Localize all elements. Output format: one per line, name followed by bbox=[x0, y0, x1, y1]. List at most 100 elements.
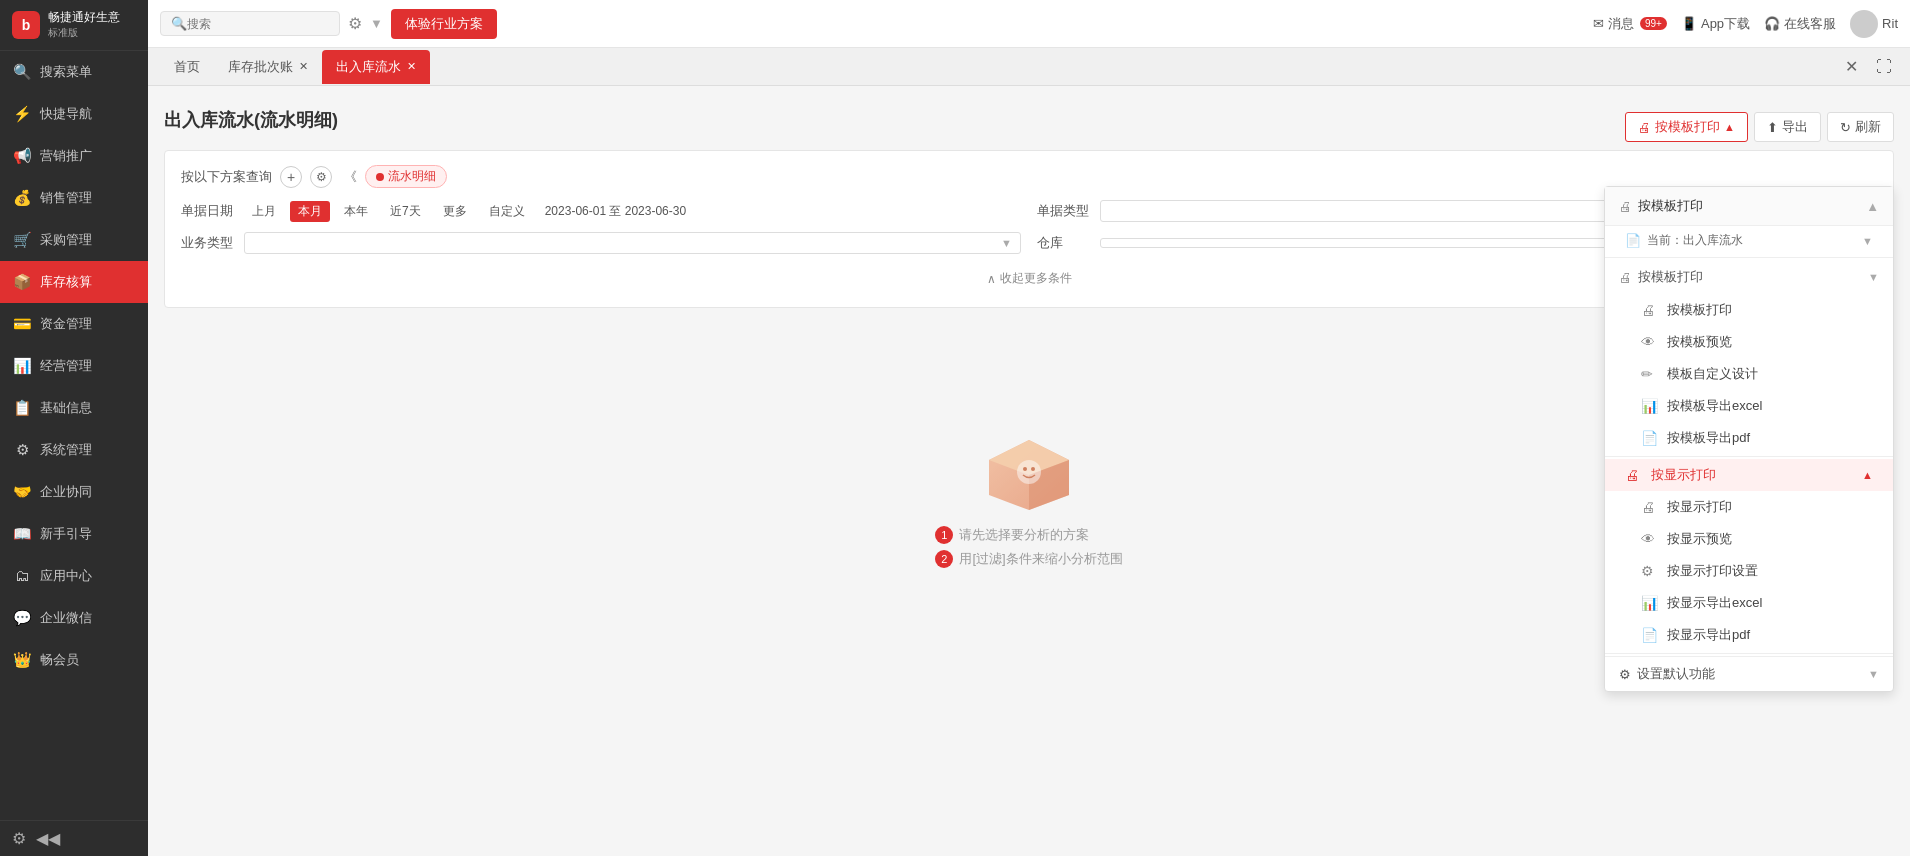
operation-icon: 📊 bbox=[12, 356, 32, 376]
date-option-custom[interactable]: 自定义 bbox=[481, 201, 533, 222]
online-service-label: 在线客服 bbox=[1784, 15, 1836, 33]
sidebar-item-label: 畅会员 bbox=[40, 651, 79, 669]
display-preview-item[interactable]: 👁 按显示预览 bbox=[1605, 523, 1893, 555]
display-export-pdf-label: 按显示导出pdf bbox=[1667, 626, 1750, 644]
tab-home[interactable]: 首页 bbox=[160, 50, 214, 84]
message-button[interactable]: ✉ 消息 99+ bbox=[1593, 15, 1667, 33]
display-export-excel-item[interactable]: 📊 按显示导出excel bbox=[1605, 587, 1893, 619]
display-export-pdf-item[interactable]: 📄 按显示导出pdf bbox=[1605, 619, 1893, 651]
print-dropdown-panel: 🖨 按模板打印 ▲ 📄 当前：出入库流水 ▼ 🖨 按模板打印 bbox=[1604, 186, 1894, 692]
app-download-button[interactable]: 📱 App下载 bbox=[1681, 15, 1750, 33]
settings-icon: ⚙ bbox=[1641, 563, 1659, 579]
date-filter-field: 单据日期 上月 本月 本年 近7天 更多 自定义 2023-06-01 至 20… bbox=[181, 201, 1021, 222]
doc-type-label: 单据类型 bbox=[1037, 202, 1092, 220]
maximize-window-button[interactable]: ⛶ bbox=[1870, 55, 1898, 78]
topbar-right: ✉ 消息 99+ 📱 App下载 🎧 在线客服 Rit bbox=[1593, 10, 1898, 38]
filter-collapse-icon[interactable]: 《 bbox=[344, 168, 357, 186]
sidebar-item-label: 基础信息 bbox=[40, 399, 92, 417]
sidebar-item-marketing[interactable]: 📢 营销推广 bbox=[0, 135, 148, 177]
print-current-item[interactable]: 📄 当前：出入库流水 ▼ bbox=[1605, 226, 1893, 255]
collapse-sidebar-icon[interactable]: ◀◀ bbox=[36, 829, 60, 848]
template-print-item[interactable]: 🖨 按模板打印 bbox=[1605, 294, 1893, 326]
topbar-search-input[interactable] bbox=[187, 17, 317, 31]
template-export-excel-item[interactable]: 📊 按模板导出excel bbox=[1605, 390, 1893, 422]
template-custom-item[interactable]: ✏ 模板自定义设计 bbox=[1605, 358, 1893, 390]
sidebar-item-label: 快捷导航 bbox=[40, 105, 92, 123]
sidebar-item-system[interactable]: ⚙ 系统管理 bbox=[0, 429, 148, 471]
dropdown-arrow-icon[interactable]: ▼ bbox=[370, 16, 383, 31]
date-option-current-year[interactable]: 本年 bbox=[336, 201, 376, 222]
display-print-item[interactable]: 🖨 按显示打印 bbox=[1605, 491, 1893, 523]
template-preview-item[interactable]: 👁 按模板预览 bbox=[1605, 326, 1893, 358]
template-export-pdf-item[interactable]: 📄 按模板导出pdf bbox=[1605, 422, 1893, 454]
settings-bottom-icon[interactable]: ⚙ bbox=[12, 829, 26, 848]
message-badge: 99+ bbox=[1640, 17, 1667, 30]
sidebar-item-app-center[interactable]: 🗂 应用中心 bbox=[0, 555, 148, 597]
sales-icon: 💰 bbox=[12, 188, 32, 208]
print-dropdown-title: 按模板打印 bbox=[1638, 197, 1703, 215]
sidebar-item-member[interactable]: 👑 畅会员 bbox=[0, 639, 148, 681]
close-window-button[interactable]: ✕ bbox=[1839, 55, 1864, 78]
set-default-button[interactable]: ⚙ 设置默认功能 ▼ bbox=[1605, 656, 1893, 691]
sidebar-item-operation[interactable]: 📊 经营管理 bbox=[0, 345, 148, 387]
display-print-settings-item[interactable]: ⚙ 按显示打印设置 bbox=[1605, 555, 1893, 587]
template-print-section-header[interactable]: 🖨 按模板打印 ▼ bbox=[1605, 260, 1893, 294]
sidebar-item-guide[interactable]: 📖 新手引导 bbox=[0, 513, 148, 555]
filter-header: 按以下方案查询 + ⚙ 《 流水明细 bbox=[181, 165, 1877, 188]
tab-close-icon[interactable]: ✕ bbox=[407, 60, 416, 73]
member-icon: 👑 bbox=[12, 650, 32, 670]
headset-icon: 🎧 bbox=[1764, 16, 1780, 31]
guide-icon: 📖 bbox=[12, 524, 32, 544]
export-button[interactable]: ⬆ 导出 bbox=[1754, 112, 1821, 142]
export-label: 导出 bbox=[1782, 118, 1808, 136]
chevron-up-icon: ▲ bbox=[1862, 469, 1873, 481]
topbar: 🔍 ⚙ ▼ 体验行业方案 ✉ 消息 99+ 📱 App下载 🎧 在线客服 bbox=[148, 0, 1910, 48]
date-option-current-month[interactable]: 本月 bbox=[290, 201, 330, 222]
sidebar-item-finance[interactable]: 💳 资金管理 bbox=[0, 303, 148, 345]
date-option-more[interactable]: 更多 bbox=[435, 201, 475, 222]
tab-flow[interactable]: 出入库流水 ✕ bbox=[322, 50, 430, 84]
sidebar-item-sales[interactable]: 💰 销售管理 bbox=[0, 177, 148, 219]
sidebar-item-quick-nav[interactable]: ⚡ 快捷导航 bbox=[0, 93, 148, 135]
biz-type-select[interactable]: ▼ bbox=[244, 232, 1021, 254]
download-icon: 📱 bbox=[1681, 16, 1697, 31]
template-preview-label: 按模板预览 bbox=[1667, 333, 1732, 351]
display-print-section-header[interactable]: 🖨 按显示打印 ▲ bbox=[1605, 459, 1893, 491]
sidebar-item-label: 系统管理 bbox=[40, 441, 92, 459]
user-avatar-button[interactable]: Rit bbox=[1850, 10, 1898, 38]
tab-close-icon[interactable]: ✕ bbox=[299, 60, 308, 73]
sidebar-item-purchase[interactable]: 🛒 采购管理 bbox=[0, 219, 148, 261]
sidebar-item-search[interactable]: 🔍 搜索菜单 bbox=[0, 51, 148, 93]
topbar-search-box[interactable]: 🔍 bbox=[160, 11, 340, 36]
filter-settings-button[interactable]: ⚙ bbox=[310, 166, 332, 188]
print-template-button[interactable]: 🖨 按模板打印 ▲ bbox=[1625, 112, 1748, 142]
chevron-up-icon[interactable]: ▲ bbox=[1866, 199, 1879, 214]
sidebar-item-basic[interactable]: 📋 基础信息 bbox=[0, 387, 148, 429]
current-doc-icon: 📄 bbox=[1625, 233, 1641, 248]
date-option-last-month[interactable]: 上月 bbox=[244, 201, 284, 222]
settings-icon[interactable]: ⚙ bbox=[348, 14, 362, 33]
tab-batch-account[interactable]: 库存批次账 ✕ bbox=[214, 50, 322, 84]
print-dropdown-header: 🖨 按模板打印 ▲ bbox=[1605, 187, 1893, 226]
refresh-button[interactable]: ↻ 刷新 bbox=[1827, 112, 1894, 142]
excel-icon: 📊 bbox=[1641, 398, 1659, 414]
excel-icon: 📊 bbox=[1641, 595, 1659, 611]
filter-add-button[interactable]: + bbox=[280, 166, 302, 188]
user-name: Rit bbox=[1882, 16, 1898, 31]
set-default-label: 设置默认功能 bbox=[1637, 665, 1715, 683]
tabs-window-controls: ✕ ⛶ bbox=[1839, 55, 1898, 78]
chevron-up-icon: ▲ bbox=[1724, 121, 1735, 133]
wechat-icon: 💬 bbox=[12, 608, 32, 628]
sidebar: b 畅捷通好生意 标准版 🔍 搜索菜单 ⚡ 快捷导航 📢 营销推广 💰 销售管理… bbox=[0, 0, 148, 856]
industry-solution-button[interactable]: 体验行业方案 bbox=[391, 9, 497, 39]
date-option-7days[interactable]: 近7天 bbox=[382, 201, 429, 222]
quick-nav-icon: ⚡ bbox=[12, 104, 32, 124]
sidebar-item-inventory[interactable]: 📦 库存核算 bbox=[0, 261, 148, 303]
online-service-button[interactable]: 🎧 在线客服 bbox=[1764, 15, 1836, 33]
sidebar-item-wechat[interactable]: 💬 企业微信 bbox=[0, 597, 148, 639]
avatar bbox=[1850, 10, 1878, 38]
inventory-icon: 📦 bbox=[12, 272, 32, 292]
sidebar-item-label: 库存核算 bbox=[40, 273, 92, 291]
sidebar-item-enterprise[interactable]: 🤝 企业协同 bbox=[0, 471, 148, 513]
app-logo: b 畅捷通好生意 标准版 bbox=[0, 0, 148, 51]
